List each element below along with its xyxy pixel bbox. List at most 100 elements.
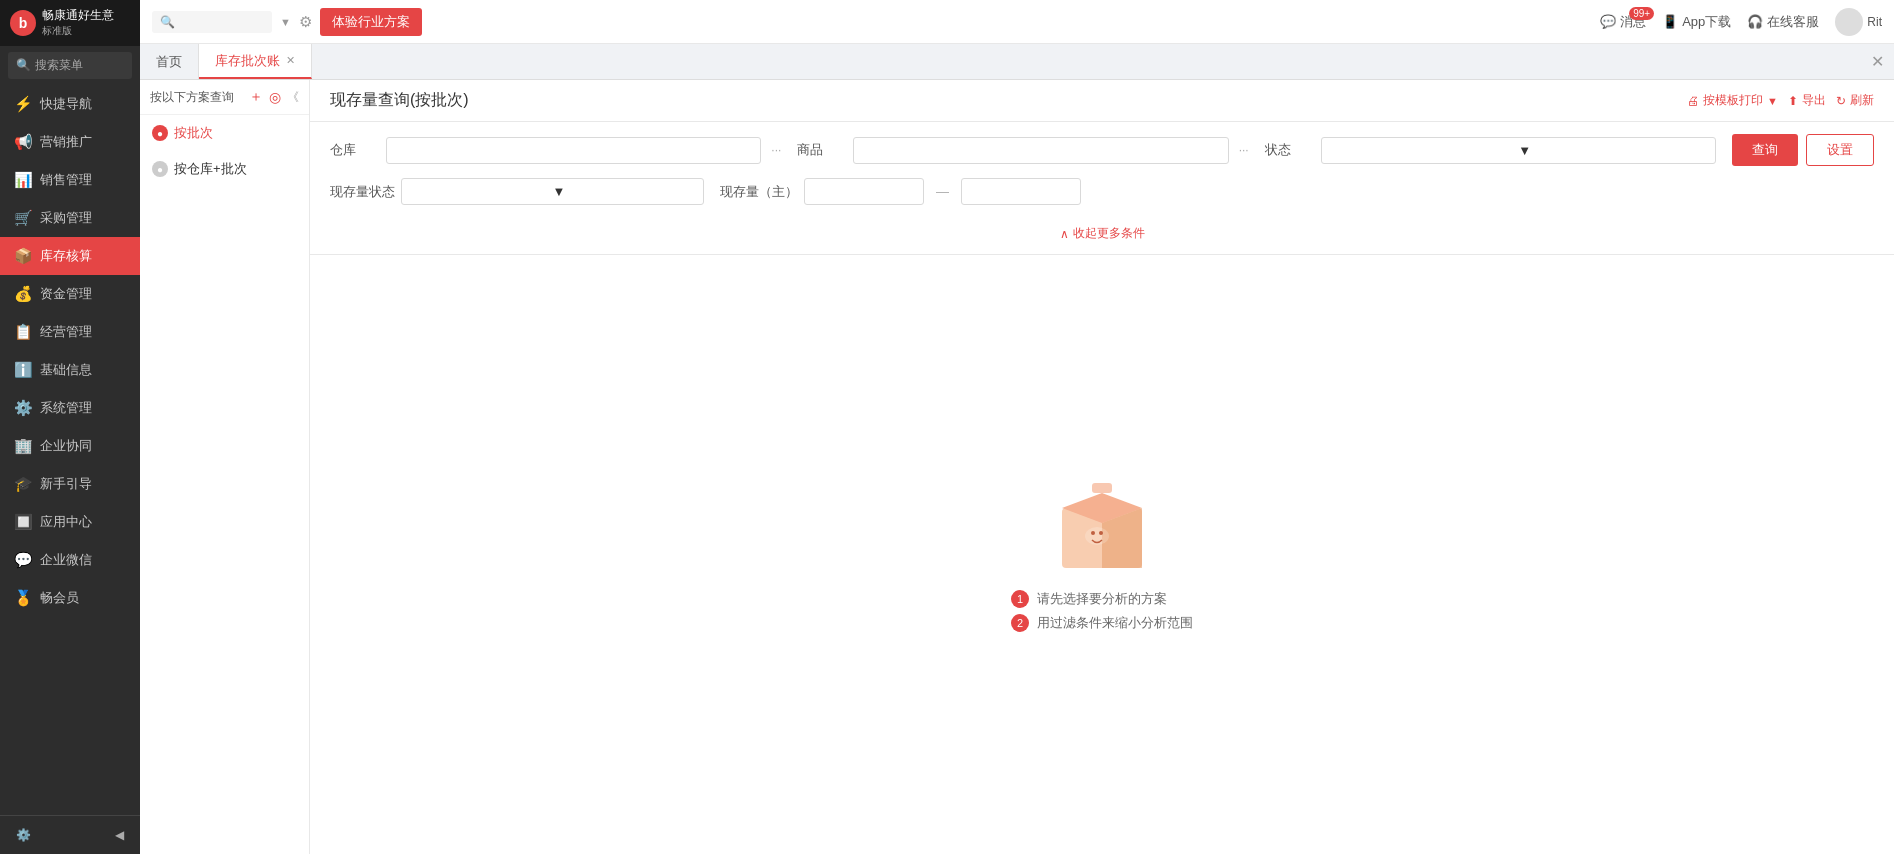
- sidebar-item-app-center[interactable]: 🔲 应用中心: [0, 503, 140, 541]
- print-btn[interactable]: 🖨 按模板打印 ▼: [1687, 92, 1778, 109]
- stock-qty-to-input[interactable]: [961, 178, 1081, 205]
- warehouse-input[interactable]: [386, 137, 761, 164]
- svg-point-4: [1091, 531, 1095, 535]
- filter-row-2: 现存量状态 ▼ 现存量（主） —: [330, 178, 1874, 205]
- brand-info: 畅康通好生意 标准版: [42, 8, 114, 38]
- experience-industry-btn[interactable]: 体验行业方案: [320, 8, 422, 36]
- brand-version: 标准版: [42, 24, 114, 38]
- filter-action-btns: 查询 设置: [1732, 134, 1874, 166]
- svg-point-5: [1099, 531, 1103, 535]
- target-scheme-icon[interactable]: ◎: [269, 89, 281, 105]
- page-header: 现存量查询(按批次) 🖨 按模板打印 ▼ ⬆ 导出 ↻ 刷新: [310, 80, 1894, 122]
- user-avatar: [1835, 8, 1863, 36]
- headset-icon: 🎧: [1747, 14, 1763, 29]
- collapse-icon: ∧: [1060, 227, 1069, 241]
- sidebar-item-inventory[interactable]: 📦 库存核算: [0, 237, 140, 275]
- main-area: 🔍 ▼ ⚙ 体验行业方案 💬 消息 99+ 📱 App下载 🎧 在线客服 Rit: [140, 0, 1894, 854]
- topbar-gear-icon[interactable]: ⚙: [299, 13, 312, 31]
- export-btn[interactable]: ⬆ 导出: [1788, 92, 1826, 109]
- step2-text: 用过滤条件来缩小分析范围: [1037, 614, 1193, 632]
- topbar-chevron-icon[interactable]: ▼: [280, 16, 291, 28]
- empty-step-2: 2 用过滤条件来缩小分析范围: [1011, 614, 1193, 632]
- status-filter-group: 状态 ▼: [1265, 137, 1716, 164]
- filter-area: 仓库 ··· 商品 ··· 状态 ▼: [310, 122, 1894, 255]
- messages-btn[interactable]: 💬 消息 99+: [1600, 13, 1646, 31]
- sidebar-item-finance[interactable]: 💰 资金管理: [0, 275, 140, 313]
- tabbar: 首页 库存批次账 ✕ ✕: [140, 44, 1894, 80]
- by-warehouse-batch-icon: ●: [152, 161, 168, 177]
- content-area: 按以下方案查询 ＋ ◎ 《 ● 按批次 ● 按仓库+批次 现存量查询(按批次): [140, 80, 1894, 854]
- sales-icon: 📊: [14, 171, 32, 189]
- warehouse-label: 仓库: [330, 141, 380, 159]
- sidebar-item-enterprise[interactable]: 🏢 企业协同: [0, 427, 140, 465]
- step1-num: 1: [1011, 590, 1029, 608]
- step2-num: 2: [1011, 614, 1029, 632]
- stock-qty-dash: —: [930, 184, 955, 199]
- stock-qty-filter-group: 现存量（主） —: [720, 178, 1094, 205]
- newbie-icon: 🎓: [14, 475, 32, 493]
- tab-close-btn[interactable]: ✕: [286, 54, 295, 67]
- collapse-sidebar-btn[interactable]: ◀: [111, 824, 128, 846]
- add-scheme-icon[interactable]: ＋: [249, 88, 263, 106]
- stock-qty-from-input[interactable]: [804, 178, 924, 205]
- sidebar-footer: ⚙️ ◀: [0, 815, 140, 854]
- tab-home[interactable]: 首页: [140, 44, 199, 79]
- print-chevron-icon: ▼: [1767, 95, 1778, 107]
- stock-status-label: 现存量状态: [330, 183, 395, 201]
- product-filter-group: 商品 ···: [797, 137, 1248, 164]
- by-batch-icon: ●: [152, 125, 168, 141]
- message-icon: 💬: [1600, 14, 1616, 29]
- app-center-icon: 🔲: [14, 513, 32, 531]
- product-input[interactable]: [853, 137, 1228, 164]
- stock-status-select[interactable]: ▼: [401, 178, 704, 205]
- sidebar-nav: ⚡ 快捷导航 📢 营销推广 📊 销售管理 🛒 采购管理 📦 库存核算 💰 资金管…: [0, 85, 140, 815]
- online-service-btn[interactable]: 🎧 在线客服: [1747, 13, 1819, 31]
- phone-icon: 📱: [1662, 14, 1678, 29]
- filter-row-1: 仓库 ··· 商品 ··· 状态 ▼: [330, 134, 1874, 166]
- sidebar-item-system[interactable]: ⚙️ 系统管理: [0, 389, 140, 427]
- user-profile-btn[interactable]: Rit: [1835, 8, 1882, 36]
- collapse-panel-icon[interactable]: 《: [287, 89, 299, 106]
- enterprise-icon: 🏢: [14, 437, 32, 455]
- purchase-icon: 🛒: [14, 209, 32, 227]
- sidebar-item-quick-nav[interactable]: ⚡ 快捷导航: [0, 85, 140, 123]
- status-select[interactable]: ▼: [1321, 137, 1716, 164]
- topbar-search[interactable]: 🔍: [152, 11, 272, 33]
- warehouse-more-icon[interactable]: ···: [771, 143, 781, 157]
- query-btn[interactable]: 查询: [1732, 134, 1798, 166]
- search-menu[interactable]: 🔍 搜索菜单: [8, 52, 132, 79]
- sidebar-item-newbie[interactable]: 🎓 新手引导: [0, 465, 140, 503]
- topbar: 🔍 ▼ ⚙ 体验行业方案 💬 消息 99+ 📱 App下载 🎧 在线客服 Rit: [140, 0, 1894, 44]
- topbar-search-icon: 🔍: [160, 15, 175, 29]
- search-icon: 🔍: [16, 58, 31, 72]
- empty-svg: [1042, 478, 1162, 578]
- page-header-actions: 🖨 按模板打印 ▼ ⬆ 导出 ↻ 刷新: [1687, 92, 1874, 109]
- sidebar-item-purchase[interactable]: 🛒 采购管理: [0, 199, 140, 237]
- sidebar-item-sales[interactable]: 📊 销售管理: [0, 161, 140, 199]
- app-download-btn[interactable]: 📱 App下载: [1662, 13, 1731, 31]
- sidebar-item-member[interactable]: 🏅 畅会员: [0, 579, 140, 617]
- refresh-icon: ↻: [1836, 94, 1846, 108]
- empty-state: 1 请先选择要分析的方案 2 用过滤条件来缩小分析范围: [310, 255, 1894, 854]
- settings-footer-icon[interactable]: ⚙️: [12, 824, 35, 846]
- tab-close-right-btn[interactable]: ✕: [1861, 52, 1894, 71]
- left-panel-item-by-warehouse-batch[interactable]: ● 按仓库+批次: [140, 151, 309, 187]
- right-panel: 现存量查询(按批次) 🖨 按模板打印 ▼ ⬆ 导出 ↻ 刷新: [310, 80, 1894, 854]
- quick-nav-icon: ⚡: [14, 95, 32, 113]
- brand-name: 畅康通好生意: [42, 8, 114, 24]
- sidebar-item-enterprise-wechat[interactable]: 💬 企业微信: [0, 541, 140, 579]
- tab-batch-ledger[interactable]: 库存批次账 ✕: [199, 44, 312, 79]
- empty-step-1: 1 请先选择要分析的方案: [1011, 590, 1193, 608]
- empty-steps: 1 请先选择要分析的方案 2 用过滤条件来缩小分析范围: [1011, 590, 1193, 632]
- enterprise-wechat-icon: 💬: [14, 551, 32, 569]
- step1-text: 请先选择要分析的方案: [1037, 590, 1167, 608]
- left-panel-item-by-batch[interactable]: ● 按批次: [140, 115, 309, 151]
- collapse-more-conditions[interactable]: ∧ 收起更多条件: [330, 217, 1874, 242]
- svg-rect-6: [1092, 483, 1112, 493]
- refresh-btn[interactable]: ↻ 刷新: [1836, 92, 1874, 109]
- sidebar-item-operations[interactable]: 📋 经营管理: [0, 313, 140, 351]
- sidebar-item-basic-info[interactable]: ℹ️ 基础信息: [0, 351, 140, 389]
- product-more-icon[interactable]: ···: [1239, 143, 1249, 157]
- settings-btn[interactable]: 设置: [1806, 134, 1874, 166]
- sidebar-item-marketing[interactable]: 📢 营销推广: [0, 123, 140, 161]
